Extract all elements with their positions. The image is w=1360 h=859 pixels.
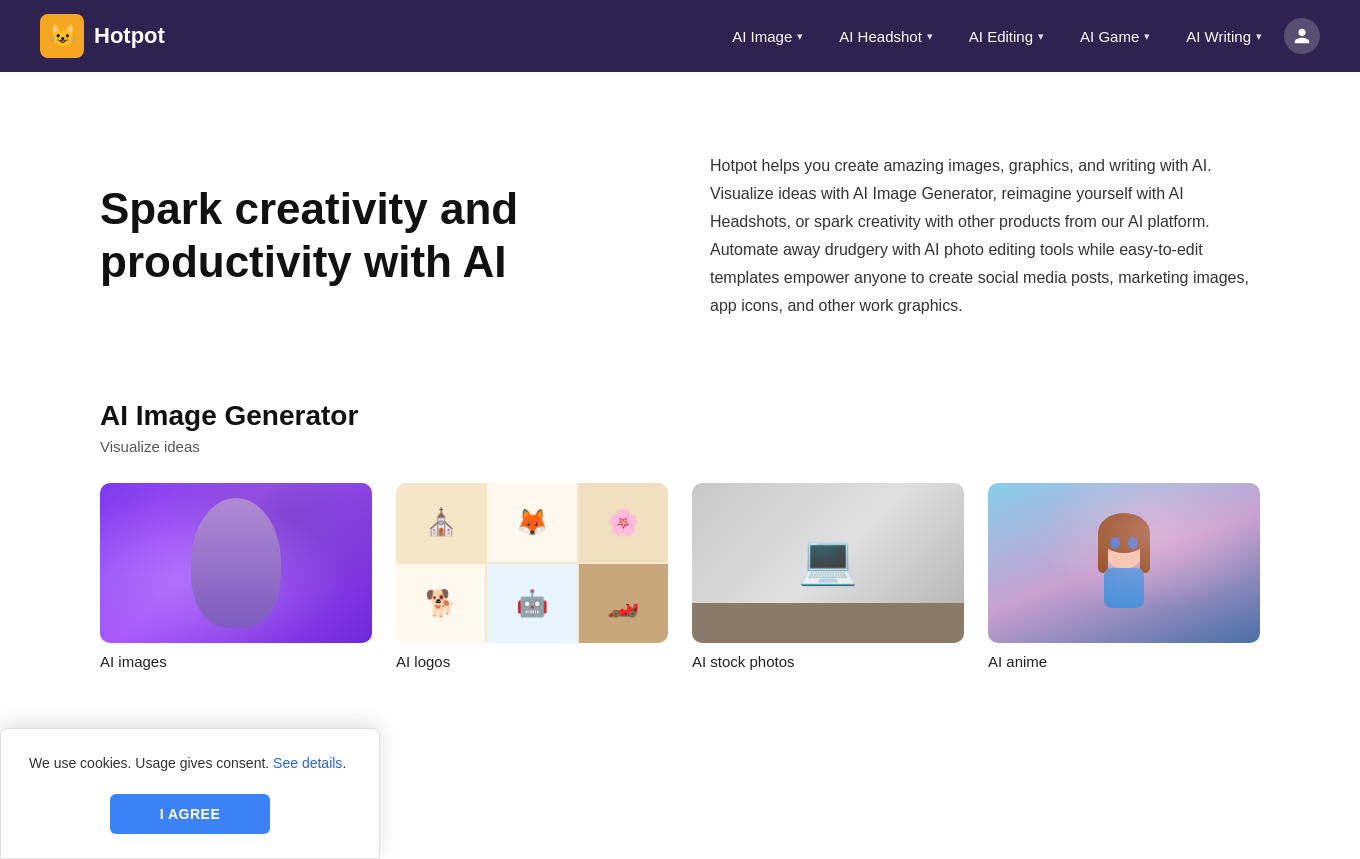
nav-item-ai-editing[interactable]: AI Editing ▾ bbox=[955, 20, 1058, 53]
card-ai-images[interactable]: AI images bbox=[100, 483, 372, 671]
logo-cell-1: ⛪ bbox=[396, 483, 485, 562]
logo-cell-5: 🤖 bbox=[487, 564, 576, 643]
svg-rect-2 bbox=[1098, 533, 1108, 573]
anime-character bbox=[1084, 508, 1164, 618]
chevron-down-icon: ▾ bbox=[1256, 30, 1262, 43]
svg-point-1 bbox=[1098, 513, 1150, 553]
nav-label-ai-editing: AI Editing bbox=[969, 28, 1033, 45]
card-ai-stock[interactable]: AI stock photos bbox=[692, 483, 964, 671]
image-generator-section: AI Image Generator Visualize ideas AI im… bbox=[40, 380, 1320, 731]
hero-title: Spark creativity and productivity with A… bbox=[100, 183, 650, 289]
desk-surface bbox=[692, 603, 964, 643]
chevron-down-icon: ▾ bbox=[1038, 30, 1044, 43]
nav-item-ai-headshot[interactable]: AI Headshot ▾ bbox=[825, 20, 947, 53]
card-label-ai-images: AI images bbox=[100, 653, 167, 670]
brand-name: Hotpot bbox=[94, 23, 165, 49]
nav-item-ai-writing[interactable]: AI Writing ▾ bbox=[1172, 20, 1276, 53]
svg-point-0 bbox=[1102, 517, 1146, 569]
card-label-ai-stock: AI stock photos bbox=[692, 653, 795, 670]
fantasy-face bbox=[191, 498, 281, 628]
logo-cell-2: 🦊 bbox=[487, 483, 576, 562]
svg-rect-6 bbox=[1104, 568, 1144, 608]
hero-left: Spark creativity and productivity with A… bbox=[100, 183, 650, 289]
cookie-banner: We use cookies. Usage gives consent. See… bbox=[0, 728, 380, 731]
section-title: AI Image Generator bbox=[100, 400, 1260, 432]
nav-links: AI Image ▾ AI Headshot ▾ AI Editing ▾ AI… bbox=[718, 18, 1320, 54]
logo-cell-4: 🐕 bbox=[396, 564, 485, 643]
nav-item-ai-image[interactable]: AI Image ▾ bbox=[718, 20, 817, 53]
logo[interactable]: 😺 Hotpot bbox=[40, 14, 165, 58]
svg-point-5 bbox=[1128, 537, 1138, 549]
hero-description: Hotpot helps you create amazing images, … bbox=[710, 152, 1260, 320]
card-ai-anime[interactable]: AI anime bbox=[988, 483, 1260, 671]
card-label-ai-logos: AI logos bbox=[396, 653, 450, 670]
card-ai-logos[interactable]: ⛪ 🦊 🌸 🐕 🤖 🏎️ AI logos bbox=[396, 483, 668, 671]
card-label-ai-anime: AI anime bbox=[988, 653, 1047, 670]
card-image-logos: ⛪ 🦊 🌸 🐕 🤖 🏎️ bbox=[396, 483, 668, 643]
nav-label-ai-image: AI Image bbox=[732, 28, 792, 45]
chevron-down-icon: ▾ bbox=[1144, 30, 1150, 43]
card-image-fantasy bbox=[100, 483, 372, 643]
svg-point-4 bbox=[1110, 537, 1120, 549]
nav-label-ai-game: AI Game bbox=[1080, 28, 1139, 45]
chevron-down-icon: ▾ bbox=[797, 30, 803, 43]
card-image-stock bbox=[692, 483, 964, 643]
navigation: 😺 Hotpot AI Image ▾ AI Headshot ▾ AI Edi… bbox=[0, 0, 1360, 72]
nav-label-ai-headshot: AI Headshot bbox=[839, 28, 922, 45]
logo-cell-6: 🏎️ bbox=[579, 564, 668, 643]
hero-right: Hotpot helps you create amazing images, … bbox=[710, 152, 1260, 320]
user-icon bbox=[1293, 27, 1311, 45]
chevron-down-icon: ▾ bbox=[927, 30, 933, 43]
card-image-anime bbox=[988, 483, 1260, 643]
hero-section: Spark creativity and productivity with A… bbox=[40, 72, 1320, 380]
logo-icon: 😺 bbox=[40, 14, 84, 58]
user-profile-button[interactable] bbox=[1284, 18, 1320, 54]
cards-grid: AI images ⛪ 🦊 🌸 🐕 🤖 🏎️ AI logos bbox=[100, 483, 1260, 671]
logo-cell-3: 🌸 bbox=[579, 483, 668, 562]
svg-rect-3 bbox=[1140, 533, 1150, 573]
section-subtitle: Visualize ideas bbox=[100, 438, 1260, 455]
nav-label-ai-writing: AI Writing bbox=[1186, 28, 1251, 45]
nav-item-ai-game[interactable]: AI Game ▾ bbox=[1066, 20, 1164, 53]
